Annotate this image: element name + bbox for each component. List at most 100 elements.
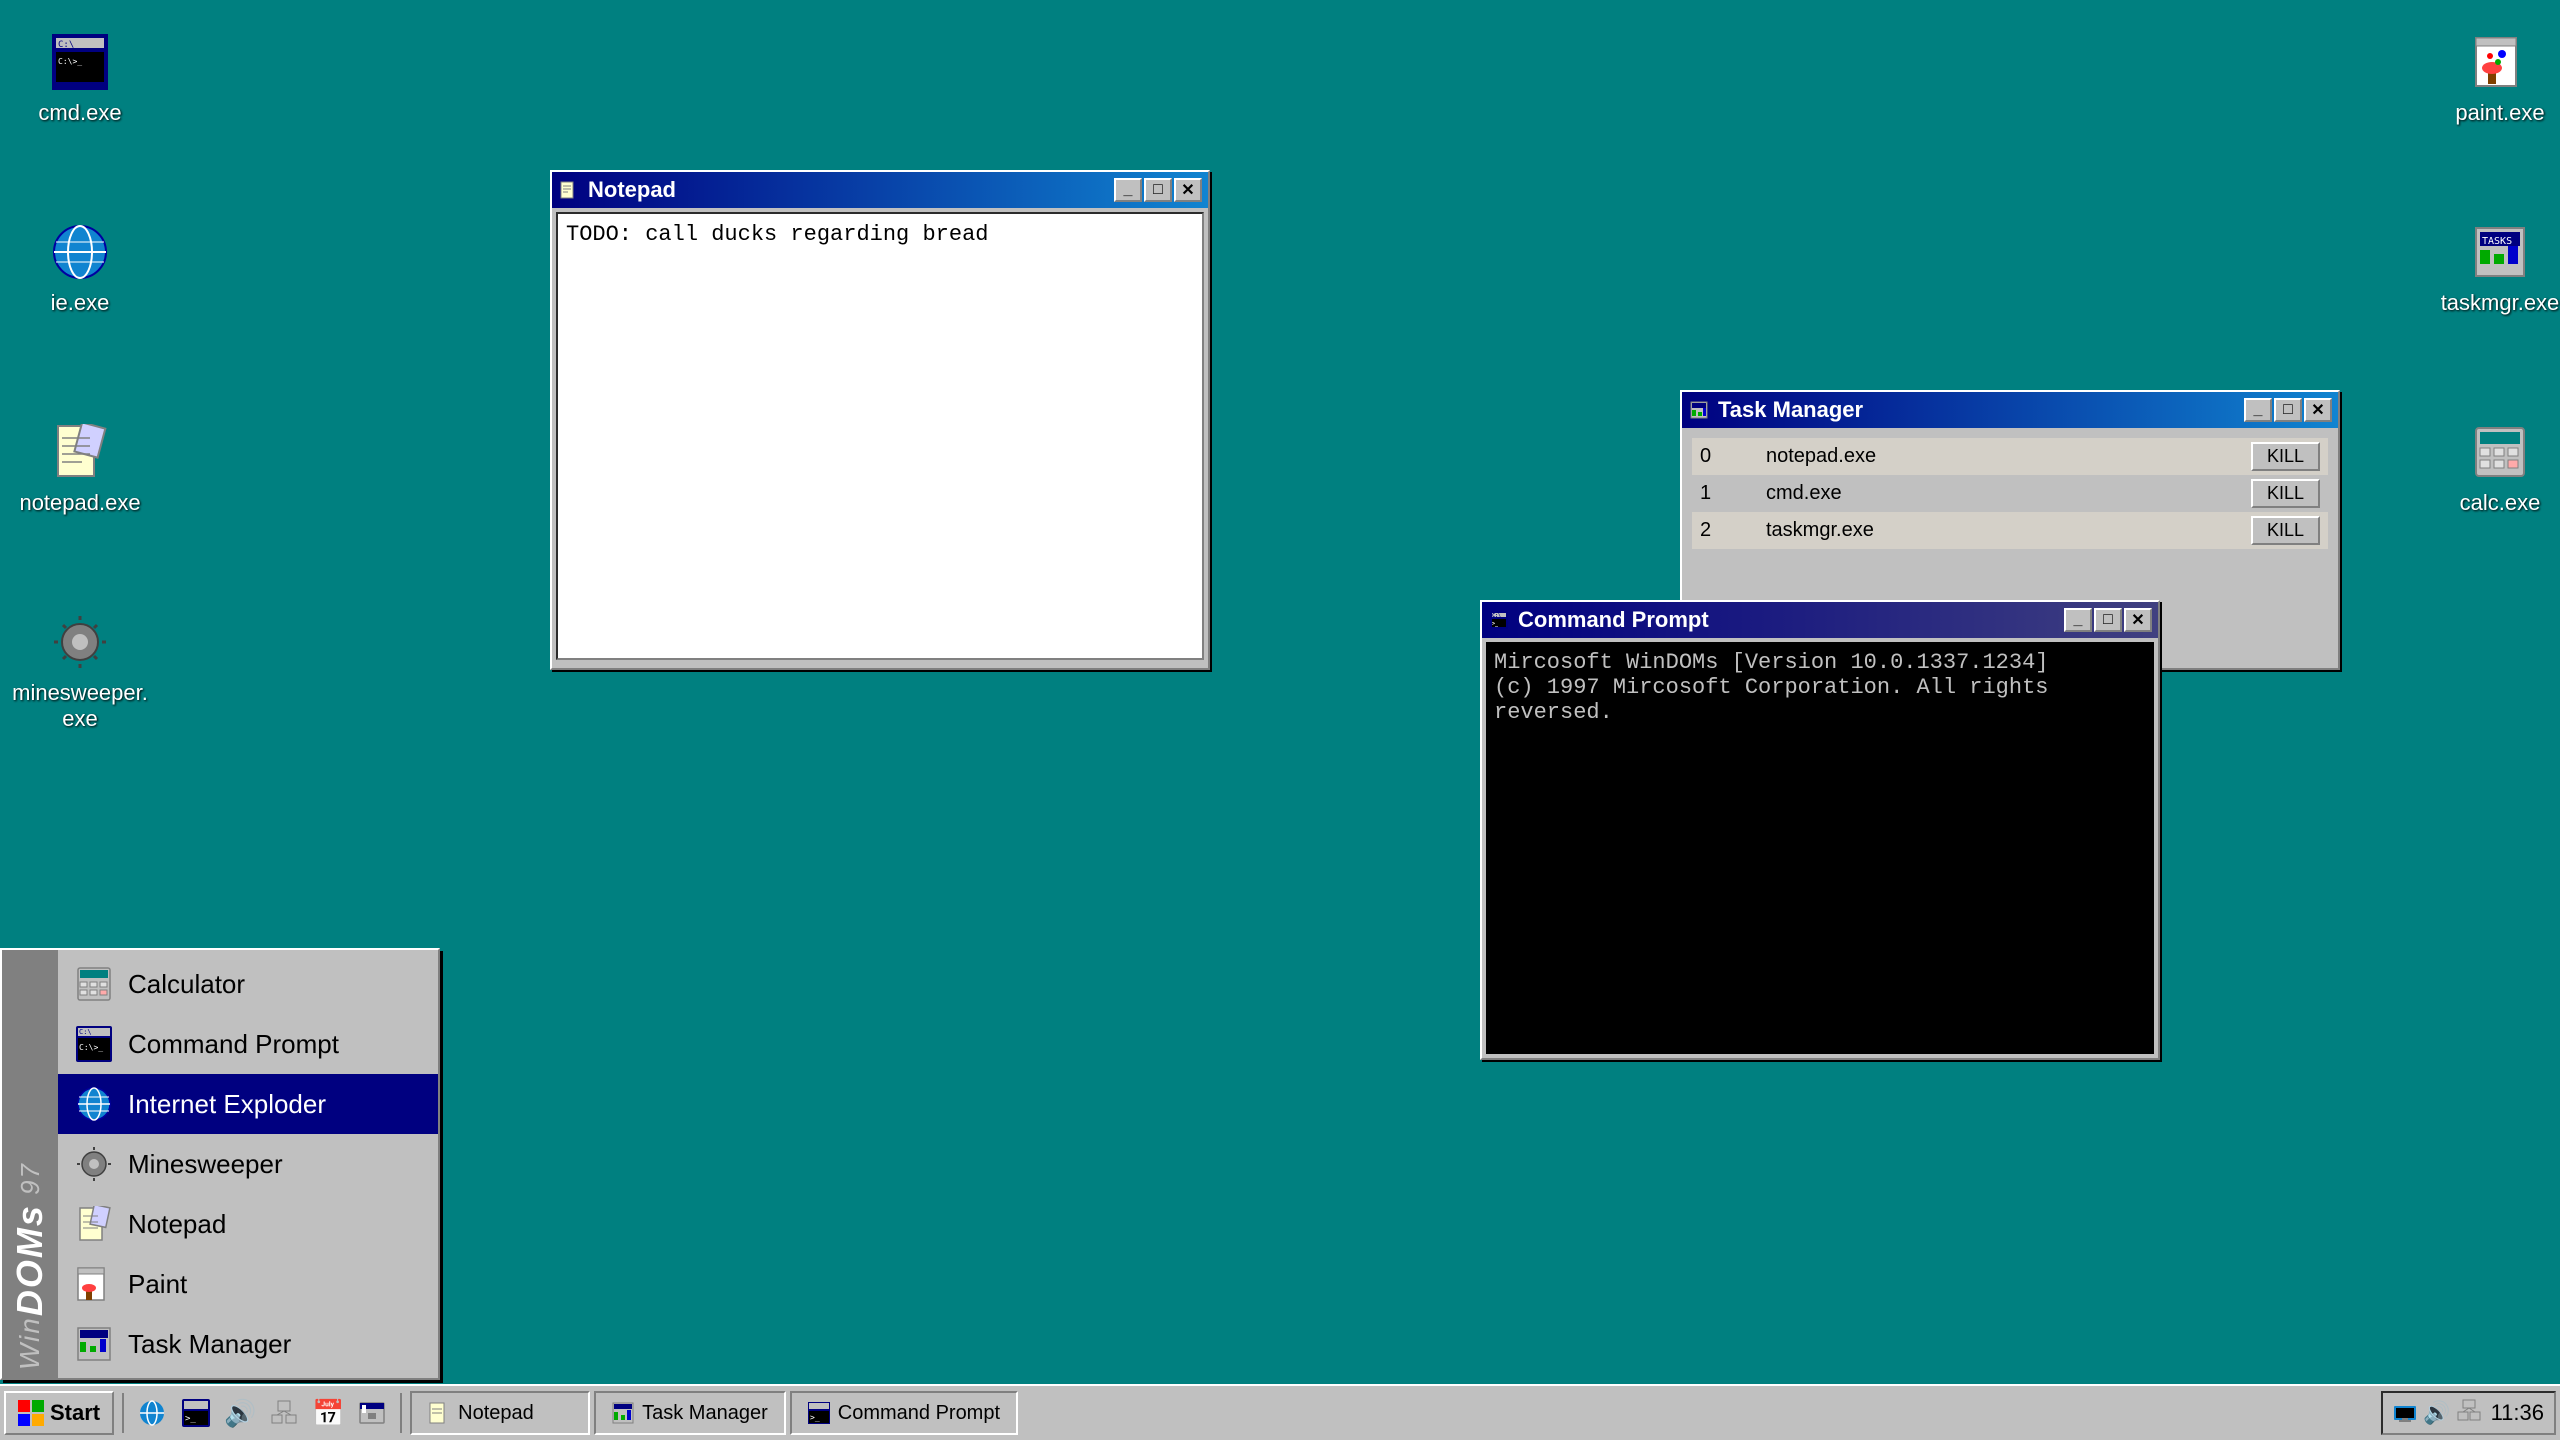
desktop-icon-minesweeper[interactable]: minesweeper. exe bbox=[20, 610, 140, 732]
svg-text:>_: >_ bbox=[185, 1414, 196, 1424]
start-menu-sidebar: WinDOMs 97 bbox=[2, 950, 58, 1378]
command-prompt-label: Command Prompt bbox=[128, 1029, 339, 1060]
kill-button-0[interactable]: KILL bbox=[2251, 442, 2320, 471]
taskbar-cmdprompt-label: Command Prompt bbox=[838, 1402, 1000, 1425]
notepad-content[interactable]: TODO: call ducks regarding bread bbox=[556, 212, 1204, 660]
start-menu-item-internet-exploder[interactable]: Internet Exploder bbox=[58, 1074, 438, 1134]
start-menu: WinDOMs 97 Calculator C:\C:\>_ Command P… bbox=[0, 948, 440, 1380]
cmd-line-3: reversed. bbox=[1494, 700, 2146, 725]
taskbar-quick-extra[interactable] bbox=[352, 1393, 392, 1433]
notepad-window: Notepad _ □ ✕ TODO: call ducks regarding… bbox=[550, 170, 1210, 670]
ie-icon bbox=[48, 220, 112, 284]
svg-text:C:\: C:\ bbox=[1492, 613, 1501, 619]
table-row: 2 taskmgr.exe KILL bbox=[1692, 512, 2328, 549]
internet-exploder-label: Internet Exploder bbox=[128, 1089, 326, 1120]
internet-exploder-icon bbox=[74, 1084, 114, 1124]
notepad-label: notepad.exe bbox=[19, 490, 140, 516]
kill-button-1[interactable]: KILL bbox=[2251, 479, 2320, 508]
start-button[interactable]: Start bbox=[4, 1391, 114, 1435]
taskmgr-label: taskmgr.exe bbox=[2441, 290, 2560, 316]
taskmanager-content: 0 notepad.exe KILL 1 cmd.exe KILL 2 task… bbox=[1686, 432, 2334, 555]
taskbar-tray: 🔊 11:36 bbox=[2381, 1391, 2556, 1435]
notepad-sm-icon bbox=[74, 1204, 114, 1244]
start-menu-item-minesweeper[interactable]: Minesweeper bbox=[58, 1134, 438, 1194]
desktop-icon-calc[interactable]: calc.exe bbox=[2440, 420, 2560, 516]
notepad-sm-label: Notepad bbox=[128, 1209, 226, 1240]
command-prompt-icon: C:\C:\>_ bbox=[74, 1024, 114, 1064]
tray-volume-icon: 🔊 bbox=[2423, 1400, 2450, 1426]
start-label: Start bbox=[50, 1400, 100, 1426]
start-menu-items: Calculator C:\C:\>_ Command Prompt Inter… bbox=[58, 950, 438, 1378]
svg-text:C:\>_: C:\>_ bbox=[58, 57, 82, 66]
cmdprompt-title: Command Prompt bbox=[1518, 607, 2056, 633]
start-menu-item-task-manager[interactable]: Task Manager bbox=[58, 1314, 438, 1374]
taskbar-quick-vol[interactable]: 🔊 bbox=[220, 1393, 260, 1433]
svg-text:C:\: C:\ bbox=[58, 40, 74, 50]
svg-text:>_: >_ bbox=[1492, 621, 1499, 627]
desktop-icon-taskmgr[interactable]: TASKS taskmgr.exe bbox=[2440, 220, 2560, 316]
taskmanager-minimize-button[interactable]: _ bbox=[2244, 398, 2272, 422]
taskbar-divider-2 bbox=[400, 1393, 402, 1433]
taskbar-quick-cal[interactable]: 📅 bbox=[308, 1393, 348, 1433]
taskmanager-close-button[interactable]: ✕ bbox=[2304, 398, 2332, 422]
taskbar-quick-cmd[interactable]: >_ bbox=[176, 1393, 216, 1433]
cmd-label: cmd.exe bbox=[38, 100, 121, 126]
taskbar-notepad-label: Notepad bbox=[458, 1402, 534, 1425]
start-menu-item-notepad[interactable]: Notepad bbox=[58, 1194, 438, 1254]
process-name-0: notepad.exe bbox=[1766, 445, 2235, 468]
cmdprompt-titlebar-buttons: _ □ ✕ bbox=[2064, 608, 2152, 632]
notepad-close-button[interactable]: ✕ bbox=[1174, 178, 1202, 202]
process-id-0: 0 bbox=[1700, 445, 1750, 468]
table-row: 1 cmd.exe KILL bbox=[1692, 475, 2328, 512]
cmdprompt-titlebar: C:\ >_ Command Prompt _ □ ✕ bbox=[1482, 602, 2158, 638]
taskmanager-titlebar: Task Manager _ □ ✕ bbox=[1682, 392, 2338, 428]
svg-text:C:\: C:\ bbox=[79, 1028, 92, 1036]
taskbar-quick-ie[interactable] bbox=[132, 1393, 172, 1433]
cmdprompt-titlebar-icon: C:\ >_ bbox=[1488, 609, 1510, 631]
notepad-minimize-button[interactable]: _ bbox=[1114, 178, 1142, 202]
notepad-titlebar-buttons: _ □ ✕ bbox=[1114, 178, 1202, 202]
kill-button-2[interactable]: KILL bbox=[2251, 516, 2320, 545]
desktop-icon-cmd[interactable]: C:\ C:\>_ cmd.exe bbox=[20, 30, 140, 126]
taskmanager-maximize-button[interactable]: □ bbox=[2274, 398, 2302, 422]
process-id-2: 2 bbox=[1700, 519, 1750, 542]
minesweeper-sm-label: Minesweeper bbox=[128, 1149, 283, 1180]
calculator-label: Calculator bbox=[128, 969, 245, 1000]
cmdprompt-close-button[interactable]: ✕ bbox=[2124, 608, 2152, 632]
taskbar: Start >_ 🔊 📅 Notepad Task Manager bbox=[0, 1384, 2560, 1440]
cmdprompt-maximize-button[interactable]: □ bbox=[2094, 608, 2122, 632]
calculator-icon bbox=[74, 964, 114, 1004]
start-menu-item-paint[interactable]: Paint bbox=[58, 1254, 438, 1314]
desktop-icon-ie[interactable]: ie.exe bbox=[20, 220, 140, 316]
cmdprompt-content[interactable]: Mircosoft WinDOMs [Version 10.0.1337.123… bbox=[1486, 642, 2154, 1054]
svg-text:TASKS: TASKS bbox=[2482, 236, 2512, 247]
cmd-line-1: Mircosoft WinDOMs [Version 10.0.1337.123… bbox=[1494, 650, 2146, 675]
process-id-1: 1 bbox=[1700, 482, 1750, 505]
taskmanager-titlebar-icon bbox=[1688, 399, 1710, 421]
start-menu-item-command-prompt[interactable]: C:\C:\>_ Command Prompt bbox=[58, 1014, 438, 1074]
paint-label: paint.exe bbox=[2455, 100, 2544, 126]
start-menu-sidebar-text: WinDOMs 97 bbox=[9, 1162, 51, 1370]
notepad-titlebar: Notepad _ □ ✕ bbox=[552, 172, 1208, 208]
taskbar-taskmanager-label: Task Manager bbox=[642, 1402, 768, 1425]
calc-icon bbox=[2468, 420, 2532, 484]
calc-label: calc.exe bbox=[2460, 490, 2541, 516]
process-name-2: taskmgr.exe bbox=[1766, 519, 2235, 542]
cmd-icon: C:\ C:\>_ bbox=[48, 30, 112, 94]
notepad-maximize-button[interactable]: □ bbox=[1144, 178, 1172, 202]
taskbar-notepad-button[interactable]: Notepad bbox=[410, 1391, 590, 1435]
desktop-icon-notepad[interactable]: notepad.exe bbox=[20, 420, 140, 516]
tray-network-icon bbox=[2393, 1398, 2417, 1428]
start-menu-item-calculator[interactable]: Calculator bbox=[58, 954, 438, 1014]
taskbar-taskmanager-button[interactable]: Task Manager bbox=[594, 1391, 786, 1435]
process-name-1: cmd.exe bbox=[1766, 482, 2235, 505]
taskbar-divider-1 bbox=[122, 1393, 124, 1433]
cmdprompt-window: C:\ >_ Command Prompt _ □ ✕ Mircosoft Win… bbox=[1480, 600, 2160, 1060]
desktop: C:\C:\>_ cmd.exe ie.exe notepad.exe mine… bbox=[0, 0, 2560, 1440]
desktop-icon-paint[interactable]: paint.exe bbox=[2440, 30, 2560, 126]
taskmanager-titlebar-buttons: _ □ ✕ bbox=[2244, 398, 2332, 422]
cmdprompt-minimize-button[interactable]: _ bbox=[2064, 608, 2092, 632]
minesweeper-icon bbox=[48, 610, 112, 674]
taskbar-cmdprompt-button[interactable]: >_ Command Prompt bbox=[790, 1391, 1018, 1435]
taskbar-quick-net[interactable] bbox=[264, 1393, 304, 1433]
